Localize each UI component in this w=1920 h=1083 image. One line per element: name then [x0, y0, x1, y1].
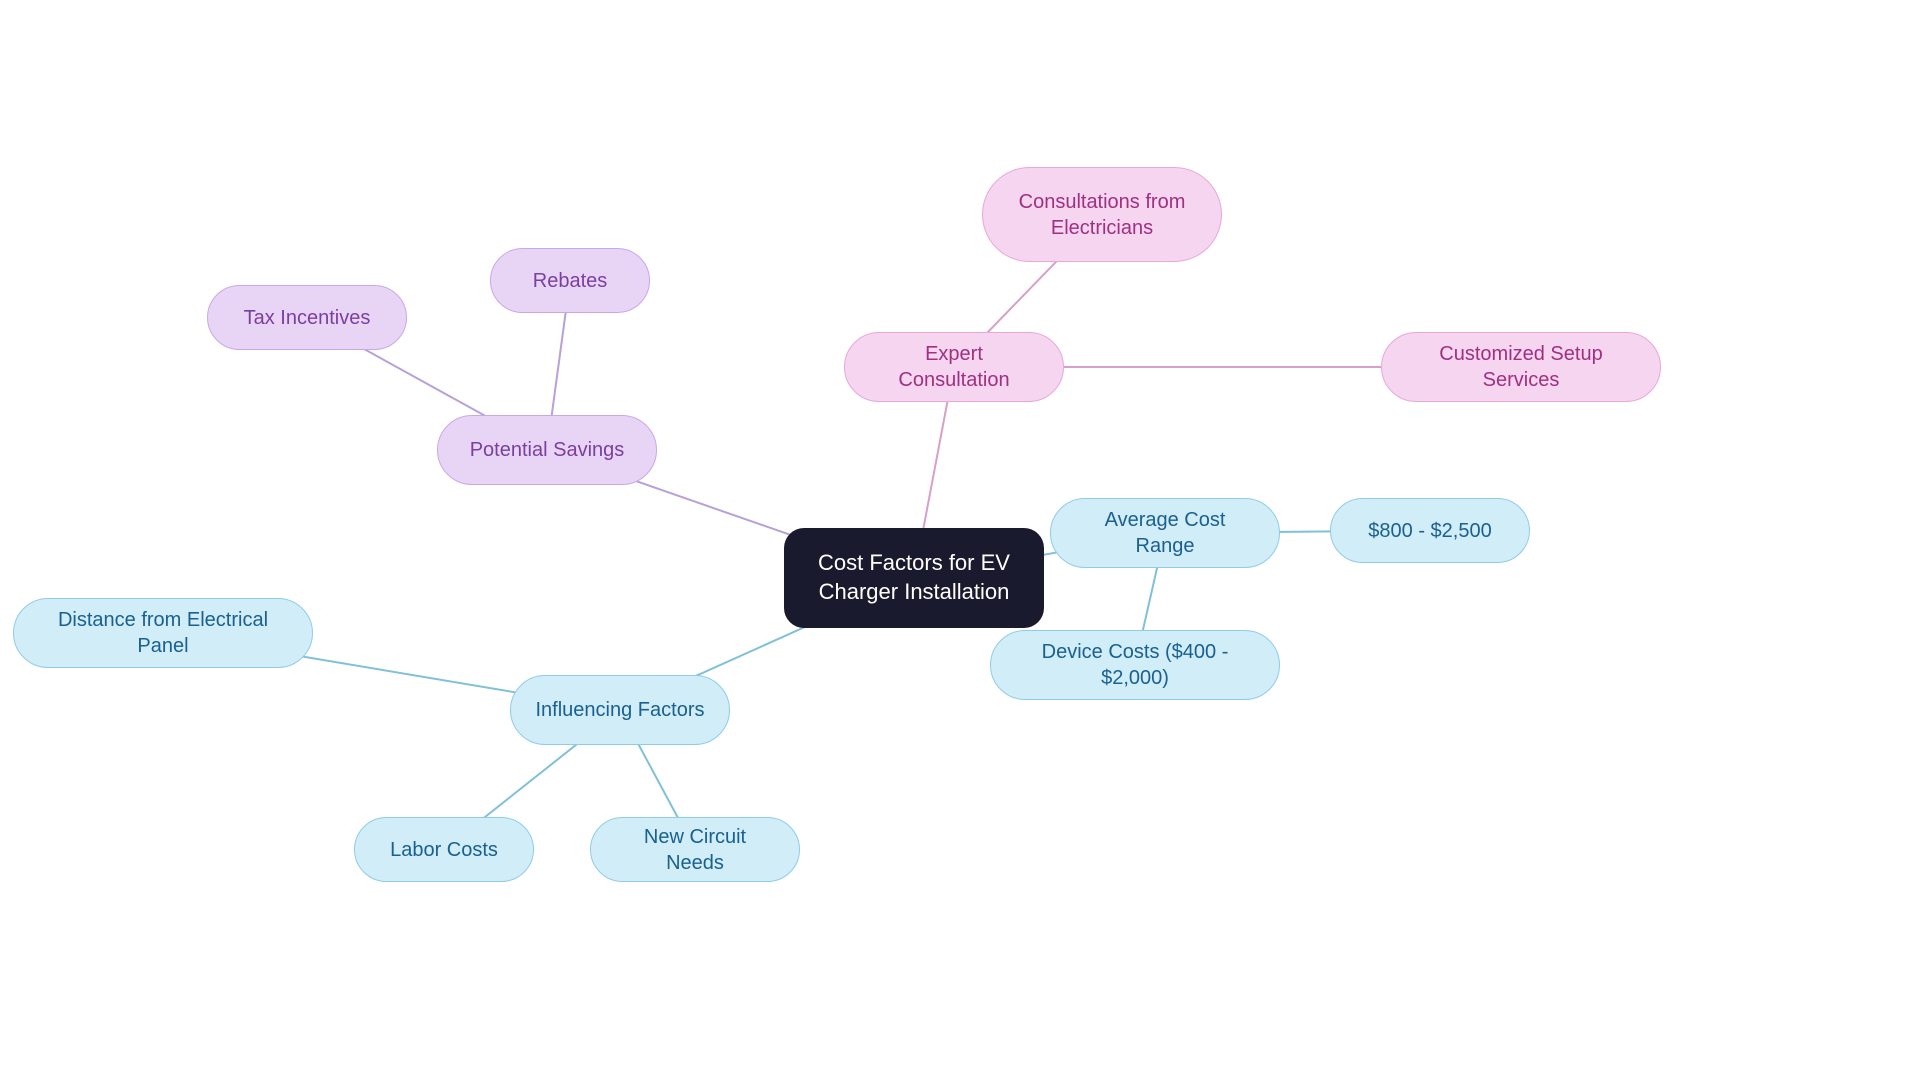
distance-panel-node: Distance from Electrical Panel	[13, 598, 313, 668]
device-costs-node: Device Costs ($400 - $2,000)	[990, 630, 1280, 700]
labor-costs-node: Labor Costs	[354, 817, 534, 882]
customized-setup-node: Customized Setup Services	[1381, 332, 1661, 402]
tax-incentives-node: Tax Incentives	[207, 285, 407, 350]
new-circuit-node: New Circuit Needs	[590, 817, 800, 882]
rebates-node: Rebates	[490, 248, 650, 313]
mindmap-container: Cost Factors for EV Charger Installation…	[0, 0, 1920, 1083]
consultations-electricians-node: Consultations from Electricians	[982, 167, 1222, 262]
average-cost-range-node: Average Cost Range	[1050, 498, 1280, 568]
expert-consultation-node: Expert Consultation	[844, 332, 1064, 402]
cost-range-value-node: $800 - $2,500	[1330, 498, 1530, 563]
potential-savings-node: Potential Savings	[437, 415, 657, 485]
center-node: Cost Factors for EV Charger Installation	[784, 528, 1044, 628]
influencing-factors-node: Influencing Factors	[510, 675, 730, 745]
